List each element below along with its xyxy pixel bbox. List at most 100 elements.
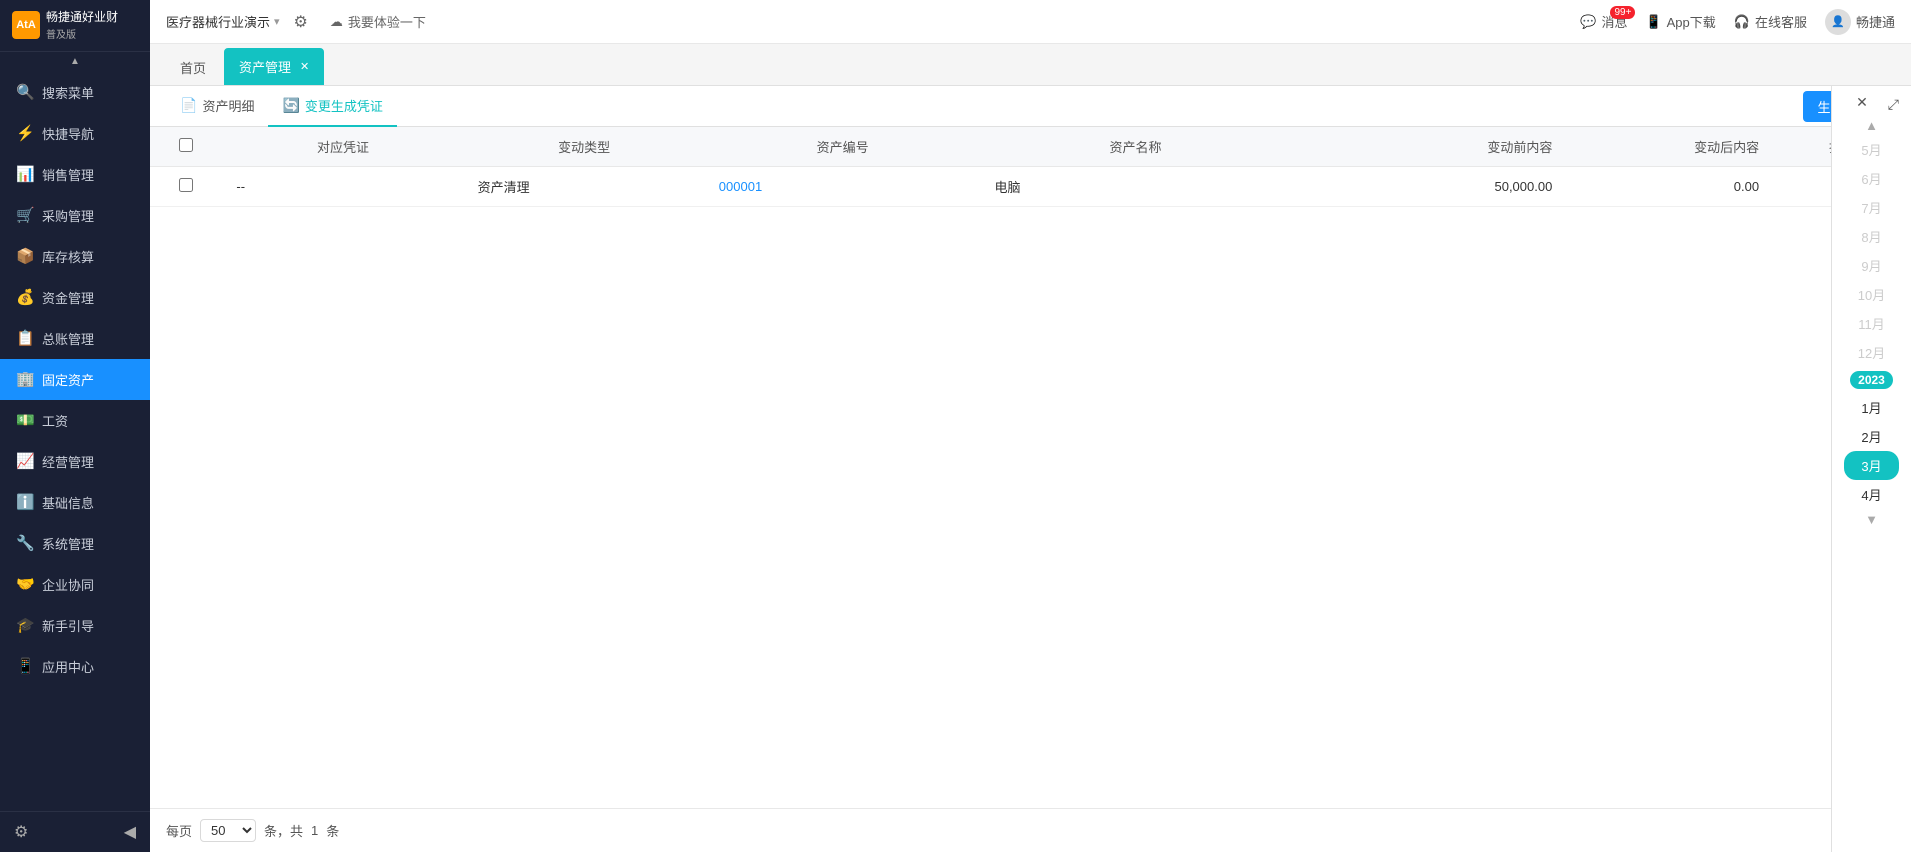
- user-action[interactable]: 👤 畅捷通: [1825, 9, 1895, 35]
- date-scroll-up[interactable]: ▲: [1857, 115, 1887, 135]
- sidebar-item-sales[interactable]: 📊 销售管理: [0, 154, 150, 195]
- sidebar-item-basic-info[interactable]: ℹ️ 基础信息: [0, 482, 150, 523]
- sidebar-item-label: 销售管理: [42, 165, 94, 184]
- sidebar-item-fixed-assets[interactable]: 🏢 固定资产: [0, 359, 150, 400]
- panel-expand-icon[interactable]: ⤢: [1880, 94, 1907, 115]
- sidebar-item-label: 资金管理: [42, 288, 94, 307]
- inner-tab-asset-detail[interactable]: 📄 资产明细: [166, 86, 268, 127]
- date-month-12[interactable]: 12月: [1836, 338, 1907, 367]
- logo-text: 畅捷通好业财: [46, 10, 118, 26]
- row-checkbox[interactable]: [179, 178, 193, 192]
- col-header-code: 资产编号: [705, 127, 981, 167]
- footer-bar: 每页 10 20 50 100 条，共 1 条: [150, 808, 1911, 852]
- sidebar-item-ledger[interactable]: 📋 总账管理: [0, 318, 150, 359]
- date-month-1[interactable]: 1月: [1836, 393, 1907, 422]
- search-icon: 🔍: [16, 83, 34, 101]
- inner-tabs: 📄 资产明细 🔄 变更生成凭证 生成凭证 ▾: [150, 86, 1911, 127]
- page-size-label: 每页: [166, 821, 192, 840]
- online-support-label: 在线客服: [1755, 12, 1807, 31]
- row-type: 资产清理: [478, 180, 530, 195]
- sidebar-item-search[interactable]: 🔍 搜索菜单: [0, 72, 150, 113]
- date-month-11[interactable]: 11月: [1836, 309, 1907, 338]
- topbar-settings-icon[interactable]: ⚙: [294, 12, 308, 32]
- trial-cloud-icon: ☁: [330, 14, 343, 30]
- sidebar-logo: AtA 畅捷通好业财 普及版: [0, 0, 150, 52]
- sidebar-item-finance[interactable]: 💰 资金管理: [0, 277, 150, 318]
- date-year-badge[interactable]: 2023: [1850, 371, 1893, 389]
- sidebar-item-system[interactable]: 🔧 系统管理: [0, 523, 150, 564]
- user-avatar: 👤: [1825, 9, 1851, 35]
- company-selector[interactable]: 医疗器械行业演示 ▾: [166, 12, 280, 31]
- tab-asset-mgmt[interactable]: 资产管理 ✕: [224, 48, 324, 85]
- table-header-row: 对应凭证 变动类型 资产编号 资产名称 变动前内容: [150, 127, 1911, 167]
- date-month-4[interactable]: 4月: [1836, 480, 1907, 509]
- purchase-icon: 🛒: [16, 206, 34, 224]
- row-name: 电脑: [994, 180, 1020, 195]
- row-before-cell: 50,000.00: [1291, 167, 1567, 207]
- inner-tab-change-voucher[interactable]: 🔄 变更生成凭证: [268, 86, 396, 127]
- trial-button[interactable]: ☁ 我要体验一下: [330, 12, 426, 31]
- sidebar-item-inventory[interactable]: 📦 库存核算: [0, 236, 150, 277]
- date-month-7[interactable]: 7月: [1836, 193, 1907, 222]
- sidebar-item-purchase[interactable]: 🛒 采购管理: [0, 195, 150, 236]
- tab-home[interactable]: 首页: [166, 50, 220, 85]
- sidebar-item-label: 经营管理: [42, 452, 94, 471]
- sidebar-item-label: 固定资产: [42, 370, 94, 389]
- date-month-9[interactable]: 9月: [1836, 251, 1907, 280]
- date-scroll-down-icon: ▼: [1865, 512, 1878, 527]
- page-size-select[interactable]: 10 20 50 100: [200, 819, 256, 842]
- date-month-8[interactable]: 8月: [1836, 222, 1907, 251]
- date-month-3-active[interactable]: 3月: [1844, 451, 1899, 480]
- tab-asset-mgmt-label: 资产管理: [239, 57, 291, 76]
- col-header-after: 变动后内容: [1566, 127, 1773, 167]
- panel-close-icon[interactable]: ✕: [1848, 90, 1876, 115]
- total-prefix: 条，共: [264, 821, 303, 840]
- quick-nav-icon: ⚡: [16, 124, 34, 142]
- col-header-before: 变动前内容: [1291, 127, 1567, 167]
- sidebar-item-label: 总账管理: [42, 329, 94, 348]
- logo-edition: 普及版: [46, 26, 118, 41]
- date-month-6[interactable]: 6月: [1836, 164, 1907, 193]
- sidebar-scroll-up[interactable]: ▲: [0, 52, 150, 72]
- sidebar-item-guide[interactable]: 🎓 新手引导: [0, 605, 150, 646]
- row-voucher-cell: --: [222, 167, 463, 207]
- message-icon: 💬: [1580, 14, 1596, 30]
- row-code[interactable]: 000001: [719, 179, 762, 194]
- ledger-icon: 📋: [16, 329, 34, 347]
- table-row: -- 资产清理 000001 电脑 50,000.00: [150, 167, 1911, 207]
- date-scroll-down[interactable]: ▼: [1857, 509, 1887, 529]
- app-download-icon: 📱: [1645, 14, 1661, 30]
- sidebar-item-label: 库存核算: [42, 247, 94, 266]
- asset-detail-label: 资产明细: [202, 96, 254, 115]
- date-month-2[interactable]: 2月: [1836, 422, 1907, 451]
- date-month-5[interactable]: 5月: [1836, 135, 1907, 164]
- sidebar-item-enterprise[interactable]: 🤝 企业协同: [0, 564, 150, 605]
- tab-home-label: 首页: [180, 58, 206, 77]
- col-header-checkbox: [150, 127, 222, 167]
- panel-header: ✕ ⤢: [1848, 90, 1911, 115]
- guide-icon: 🎓: [16, 616, 34, 634]
- sidebar-item-app-center[interactable]: 📱 应用中心: [0, 646, 150, 687]
- date-month-10[interactable]: 10月: [1836, 280, 1907, 309]
- tab-close-icon[interactable]: ✕: [300, 60, 309, 73]
- change-voucher-label: 变更生成凭证: [305, 96, 383, 115]
- sidebar-item-label: 快捷导航: [42, 124, 94, 143]
- sidebar-item-label: 系统管理: [42, 534, 94, 553]
- app-download-action[interactable]: 📱 App下载: [1645, 12, 1715, 31]
- change-voucher-icon: 🔄: [282, 97, 299, 114]
- sidebar-item-quick-nav[interactable]: ⚡ 快捷导航: [0, 113, 150, 154]
- select-all-checkbox[interactable]: [179, 138, 193, 152]
- app-center-icon: 📱: [16, 657, 34, 675]
- online-support-action[interactable]: 🎧 在线客服: [1734, 12, 1807, 31]
- user-label: 畅捷通: [1856, 12, 1895, 31]
- scroll-up-icon: ▲: [70, 56, 80, 67]
- row-after: 0.00: [1734, 179, 1759, 194]
- settings-icon[interactable]: ⚙: [14, 822, 28, 842]
- collapse-icon[interactable]: ◀: [124, 822, 136, 842]
- system-icon: 🔧: [16, 534, 34, 552]
- sidebar-item-operations[interactable]: 📈 经营管理: [0, 441, 150, 482]
- row-after-cell: 0.00: [1566, 167, 1773, 207]
- sidebar-item-payroll[interactable]: 💵 工资: [0, 400, 150, 441]
- fixed-assets-icon: 🏢: [16, 370, 34, 388]
- message-action[interactable]: 💬 消息 99+: [1580, 12, 1627, 31]
